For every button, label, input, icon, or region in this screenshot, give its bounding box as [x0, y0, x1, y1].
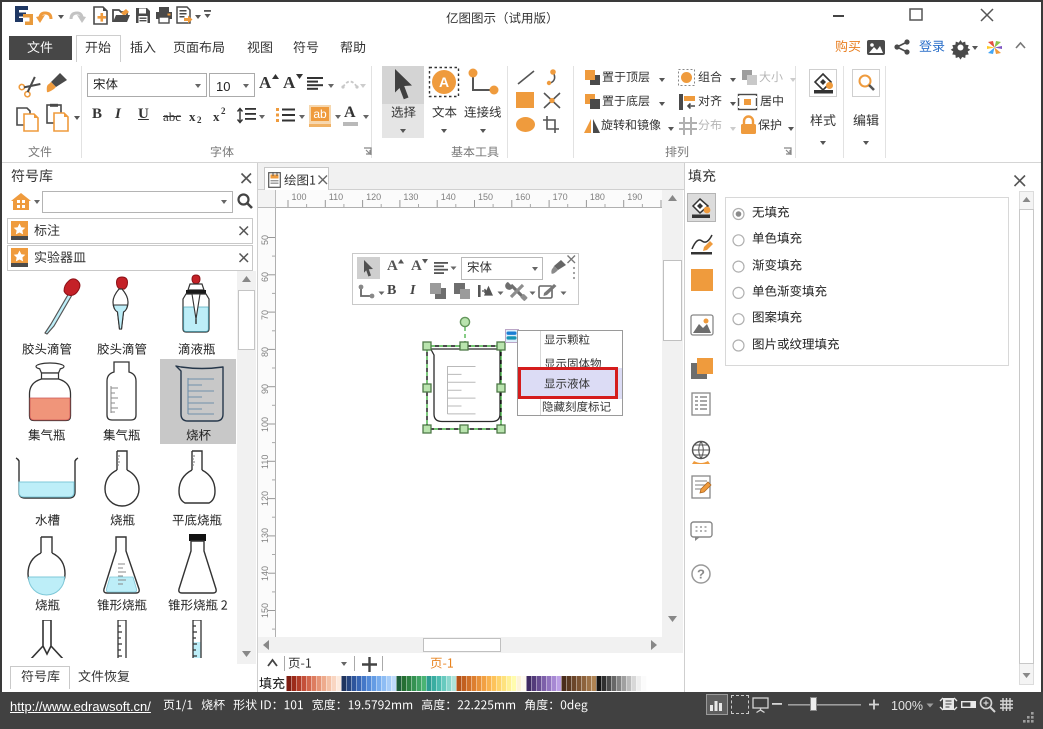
svg-text:A: A: [439, 74, 449, 90]
svg-text:?: ?: [697, 567, 705, 582]
svg-text:ab: ab: [313, 107, 327, 121]
